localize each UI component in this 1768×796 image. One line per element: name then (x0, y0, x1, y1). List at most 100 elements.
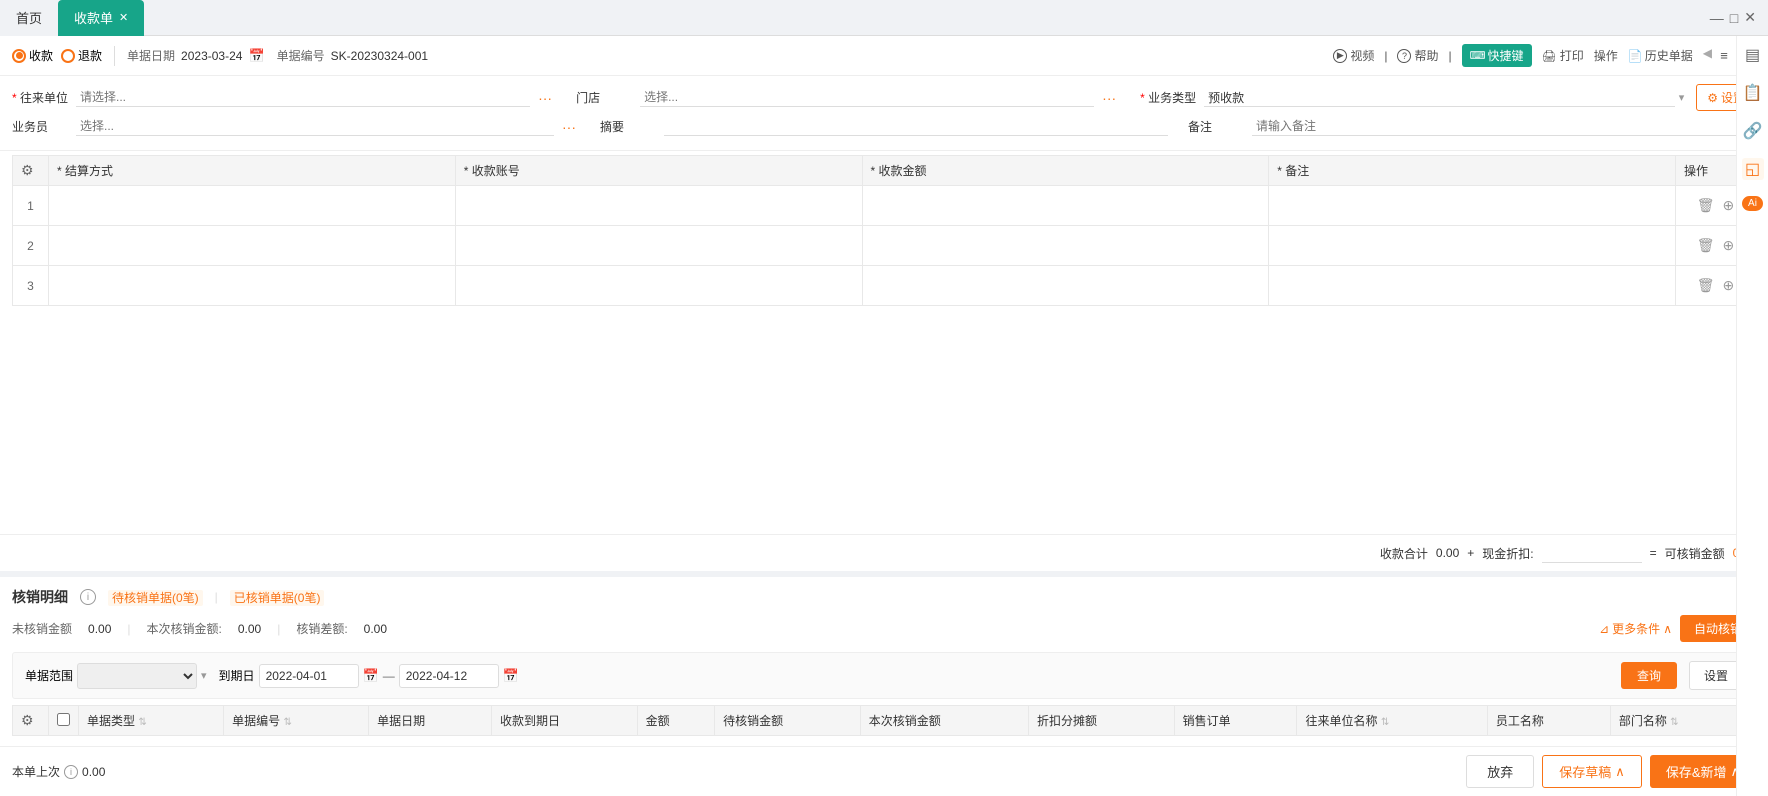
operate-btn[interactable]: 操作 (1594, 47, 1618, 64)
maximize-icon[interactable]: □ (1730, 10, 1738, 26)
row-3-copy-icon[interactable]: ⊕ (1723, 277, 1735, 294)
row-3-account[interactable] (455, 266, 862, 306)
print-btn[interactable]: 🖨 打印 (1542, 47, 1584, 64)
row-2-settlement[interactable] (49, 226, 456, 266)
row-2-remark-input[interactable] (1269, 226, 1675, 265)
row-3-amount[interactable] (862, 266, 1269, 306)
salesperson-more-btn[interactable]: ··· (558, 119, 580, 135)
sidebar-list-icon[interactable]: 📋 (1742, 82, 1764, 104)
row-2-delete-icon[interactable]: 🗑 (1697, 237, 1715, 254)
verify-col-dept[interactable]: 部门名称 ⇅ (1610, 706, 1755, 736)
pending-tab[interactable]: 待核销单据(0笔) (108, 589, 203, 606)
current-label: 本次核销金额: (147, 620, 222, 637)
business-type-input[interactable] (1204, 88, 1675, 107)
counterpart-more-btn[interactable]: ··· (534, 90, 556, 106)
radio-refund[interactable]: 退款 (61, 47, 102, 64)
remark-input[interactable] (1252, 117, 1756, 136)
sidebar-table-icon[interactable]: ▤ (1742, 44, 1764, 66)
ai-badge[interactable]: Ai (1742, 196, 1763, 211)
counterpart-label: * 往来单位 (12, 89, 72, 106)
summary-input[interactable] (664, 117, 1168, 136)
tab-divider: | (215, 590, 218, 604)
store-input[interactable] (640, 88, 1094, 107)
discard-button[interactable]: 放弃 (1466, 755, 1534, 788)
row-1-remark[interactable] (1269, 186, 1676, 226)
prev-nav-icon[interactable]: ◀ (1703, 46, 1712, 66)
row-1-settlement[interactable] (49, 186, 456, 226)
doc-date-icon[interactable]: 📅 (248, 48, 264, 64)
history-btn[interactable]: 📄 历史单据 (1628, 47, 1693, 64)
doc-date-field: 单据日期 2023-03-24 📅 (127, 47, 265, 64)
row-2-amount-input[interactable] (863, 226, 1269, 265)
row-2-remark[interactable] (1269, 226, 1676, 266)
sort-counterpart-icon: ⇅ (1381, 717, 1389, 728)
unchecked-value: 0.00 (88, 622, 111, 636)
row-2-copy-icon[interactable]: ⊕ (1723, 237, 1735, 254)
sidebar-expand-icon[interactable]: ◱ (1742, 158, 1764, 180)
row-1-copy-icon[interactable]: ⊕ (1723, 197, 1735, 214)
salesperson-input[interactable] (76, 117, 554, 136)
discount-input[interactable] (1542, 543, 1642, 563)
row-2-settlement-input[interactable] (49, 226, 455, 265)
row-1-account[interactable] (455, 186, 862, 226)
minimize-icon[interactable]: — (1710, 10, 1724, 26)
row-1-settlement-input[interactable] (49, 186, 455, 225)
sidebar-link-icon[interactable]: 🔗 (1742, 120, 1764, 142)
verify-gear-icon[interactable]: ⚙ (21, 712, 34, 728)
verify-info-icon[interactable]: i (80, 589, 96, 605)
row-3-account-input[interactable] (456, 266, 862, 305)
tab-receipt[interactable]: 收款单 ✕ (58, 0, 144, 36)
cal-from-icon[interactable]: 📅 (363, 668, 379, 684)
verify-header: 核销明细 i 待核销单据(0笔) | 已核销单据(0笔) (12, 587, 1756, 607)
verify-col-type[interactable]: 单据类型 ⇅ (79, 706, 224, 736)
prev-info-icon[interactable]: i (64, 765, 78, 779)
row-1-account-input[interactable] (456, 186, 862, 225)
row-1-amount-input[interactable] (863, 186, 1269, 225)
row-2-account[interactable] (455, 226, 862, 266)
date-to-input[interactable] (399, 664, 499, 688)
tab-close-icon[interactable]: ✕ (119, 11, 128, 24)
form-row-2: 业务员 ··· 摘要 备注 (12, 117, 1756, 136)
range-select[interactable] (77, 663, 197, 689)
row-3-delete-icon[interactable]: 🗑 (1697, 277, 1715, 294)
help-btn[interactable]: ? 帮助 (1397, 47, 1438, 64)
list-view-btn[interactable]: ≡ (1714, 46, 1734, 66)
verify-col-no[interactable]: 单据编号 ⇅ (224, 706, 369, 736)
query-button[interactable]: 查询 (1621, 662, 1677, 689)
store-more-btn[interactable]: ··· (1098, 90, 1120, 106)
filter-settings-button[interactable]: 设置 (1689, 661, 1743, 690)
row-1-remark-input[interactable] (1269, 186, 1675, 225)
row-1-delete-icon[interactable]: 🗑 (1697, 197, 1715, 214)
row-3-settlement-input[interactable] (49, 266, 455, 305)
counterpart-input[interactable] (76, 88, 530, 107)
range-dropdown-icon[interactable]: ▾ (201, 669, 207, 682)
row-3-amount-input[interactable] (863, 266, 1269, 305)
row-2-amount[interactable] (862, 226, 1269, 266)
table-gear-icon[interactable]: ⚙ (21, 162, 34, 178)
row-3-remark-input[interactable] (1269, 266, 1675, 305)
more-conditions-btn[interactable]: ⊿ 更多条件 ∧ (1599, 620, 1672, 637)
verify-col-discount: 折扣分摊额 (1029, 706, 1175, 736)
row-2-account-input[interactable] (456, 226, 862, 265)
col-settlement: * 结算方式 (49, 156, 456, 186)
row-3-remark[interactable] (1269, 266, 1676, 306)
save-draft-button[interactable]: 保存草稿 ∧ (1542, 755, 1642, 788)
prev-label: 本单上次 (12, 763, 60, 780)
available-label: 可核销金额 (1665, 545, 1725, 562)
business-type-dropdown-icon[interactable]: ▾ (1679, 91, 1685, 104)
row-1-num: 1 (13, 186, 49, 226)
close-window-icon[interactable]: ✕ (1744, 9, 1756, 26)
cal-to-icon[interactable]: 📅 (503, 668, 519, 684)
verify-col-counterpart[interactable]: 往来单位名称 ⇅ (1297, 706, 1487, 736)
tab-home[interactable]: 首页 (0, 0, 58, 36)
date-from-input[interactable] (259, 664, 359, 688)
row-3-settlement[interactable] (49, 266, 456, 306)
shortcut-btn[interactable]: ⌨ 快捷键 (1462, 44, 1532, 67)
select-all-checkbox[interactable] (57, 713, 70, 726)
row-1-amount[interactable] (862, 186, 1269, 226)
completed-tab[interactable]: 已核销单据(0笔) (230, 589, 325, 606)
form-row-1: * 往来单位 ··· 门店 ··· * 业务类型 ▾ ⚙ (12, 84, 1756, 111)
total-value: 0.00 (1436, 546, 1459, 560)
radio-receive[interactable]: 收款 (12, 47, 53, 64)
video-btn[interactable]: ▶ 视频 (1333, 47, 1374, 64)
